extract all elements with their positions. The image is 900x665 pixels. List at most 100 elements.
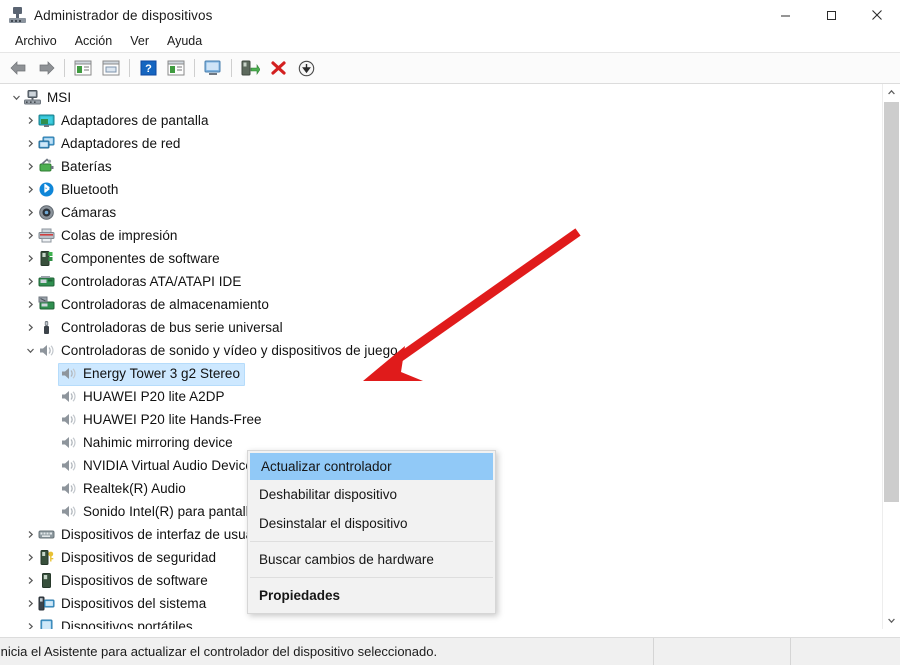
tree-node-label: Controladoras de bus serie universal [61,320,283,335]
chevron-right-icon[interactable] [22,615,38,629]
status-bar: Inicia el Asistente para actualizar el c… [0,637,900,665]
tree-node-display-adapters[interactable]: Adaptadores de pantalla [0,109,883,132]
context-menu[interactable]: Actualizar controlador Deshabilitar disp… [247,450,496,614]
chevron-right-icon[interactable] [22,523,38,546]
speaker-icon [60,388,77,405]
scroll-thumb[interactable] [884,102,899,502]
chevron-right-icon[interactable] [22,270,38,293]
tree-node-network-adapters[interactable]: Adaptadores de red [0,132,883,155]
tree-node-portable-devices[interactable]: Dispositivos portátiles [0,615,883,629]
chevron-right-icon[interactable] [22,592,38,615]
tree-node-energy-tower-3-g2-stereo[interactable]: Energy Tower 3 g2 Stereo [0,362,883,386]
tree-node-label: Componentes de software [61,251,220,266]
context-menu-item-uninstall-device[interactable]: Desinstalar el dispositivo [248,509,495,538]
scan-hardware-changes-icon[interactable] [200,56,226,80]
tree-node-batteries[interactable]: Baterías [0,155,883,178]
chevron-right-icon[interactable] [22,546,38,569]
tree-node-print-queues[interactable]: Colas de impresión [0,224,883,247]
chevron-right-icon[interactable] [22,569,38,592]
minimize-button[interactable] [762,0,808,30]
forward-arrow-icon[interactable] [33,56,59,80]
tree-node-label: Sonido Intel(R) para pantallas [83,504,264,519]
show-hide-console-tree-icon[interactable] [70,56,96,80]
toolbar-separator [231,59,232,77]
tree-node-label: HUAWEI P20 lite Hands-Free [83,412,262,427]
chevron-right-icon[interactable] [22,316,38,339]
context-menu-separator [250,577,493,578]
tree-node-usb-controllers[interactable]: Controladoras de bus serie universal [0,316,883,339]
context-menu-item-update-driver[interactable]: Actualizar controlador [250,453,493,480]
chevron-right-icon[interactable] [22,224,38,247]
uninstall-device-icon[interactable] [265,56,291,80]
menu-ayuda[interactable]: Ayuda [158,32,211,50]
vertical-scrollbar[interactable] [882,84,900,629]
sound-controller-icon [38,342,55,359]
status-bar-text: Inicia el Asistente para actualizar el c… [0,644,438,659]
status-bar-divider [653,638,654,665]
svg-text:?: ? [145,63,152,75]
tree-node-label: Dispositivos del sistema [61,596,207,611]
chevron-right-icon[interactable] [22,293,38,316]
display-adapter-icon [38,112,55,129]
tree-node-sound-controllers[interactable]: Controladoras de sonido y vídeo y dispos… [0,339,883,362]
tree-node-root[interactable]: MSI [0,86,883,109]
chevron-down-icon[interactable] [22,339,38,362]
chevron-right-icon[interactable] [22,201,38,224]
device-tree-pane: MSI Adaptadores de pantalla Adaptadores … [0,84,900,629]
tree-node-ata-controllers[interactable]: Controladoras ATA/ATAPI IDE [0,270,883,293]
context-menu-separator [250,541,493,542]
context-menu-item-properties[interactable]: Propiedades [248,581,495,610]
menu-archivo[interactable]: Archivo [6,32,66,50]
show-hide-action-pane-icon[interactable] [163,56,189,80]
context-menu-item-scan-hardware-changes[interactable]: Buscar cambios de hardware [248,545,495,574]
tree-node-label: Dispositivos portátiles [61,619,193,629]
scroll-down-button[interactable] [883,612,900,629]
chevron-right-icon[interactable] [22,109,38,132]
speaker-icon [60,457,77,474]
scroll-up-button[interactable] [883,84,900,101]
usb-icon [38,319,55,336]
disable-device-icon[interactable] [293,56,319,80]
tree-node-cameras[interactable]: Cámaras [0,201,883,224]
tree-node-label: Controladoras de almacenamiento [61,297,269,312]
battery-icon [38,158,55,175]
close-button[interactable] [854,0,900,30]
tree-node-label: Controladoras ATA/ATAPI IDE [61,274,242,289]
tree-node-label: Realtek(R) Audio [83,481,186,496]
menu-ver[interactable]: Ver [121,32,158,50]
help-icon[interactable]: ? [135,56,161,80]
bluetooth-icon [38,181,55,198]
security-device-icon [38,549,55,566]
speaker-icon [60,365,77,382]
tree-node-label: Baterías [61,159,112,174]
update-driver-icon[interactable] [237,56,263,80]
tree-node-label: Dispositivos de seguridad [61,550,217,565]
context-menu-item-disable-device[interactable]: Deshabilitar dispositivo [248,480,495,509]
system-device-icon [38,595,55,612]
title-bar: Administrador de dispositivos [0,0,900,30]
tree-node-huawei-p20-lite-hands-free[interactable]: HUAWEI P20 lite Hands-Free [0,408,883,431]
tree-node-label: Colas de impresión [61,228,178,243]
maximize-button[interactable] [808,0,854,30]
properties-icon[interactable] [98,56,124,80]
chevron-right-icon[interactable] [22,155,38,178]
chevron-down-icon[interactable] [8,86,24,109]
window-controls [762,0,900,30]
menu-accion[interactable]: Acción [66,32,122,50]
chevron-right-icon[interactable] [22,132,38,155]
camera-icon [38,204,55,221]
tree-node-bluetooth[interactable]: Bluetooth [0,178,883,201]
tree-node-huawei-p20-lite-a2dp[interactable]: HUAWEI P20 lite A2DP [0,385,883,408]
storage-controller-icon [38,296,55,313]
tree-node-label: NVIDIA Virtual Audio Device [83,458,253,473]
hid-icon [38,526,55,543]
chevron-right-icon[interactable] [22,247,38,270]
tree-node-storage-controllers[interactable]: Controladoras de almacenamiento [0,293,883,316]
software-device-icon [38,572,55,589]
back-arrow-icon[interactable] [5,56,31,80]
tree-node-label: Dispositivos de interfaz de usuario [61,527,269,542]
tree-node-label: Controladoras de sonido y vídeo y dispos… [61,343,398,358]
network-adapter-icon [38,135,55,152]
chevron-right-icon[interactable] [22,178,38,201]
tree-node-software-components[interactable]: Componentes de software [0,247,883,270]
